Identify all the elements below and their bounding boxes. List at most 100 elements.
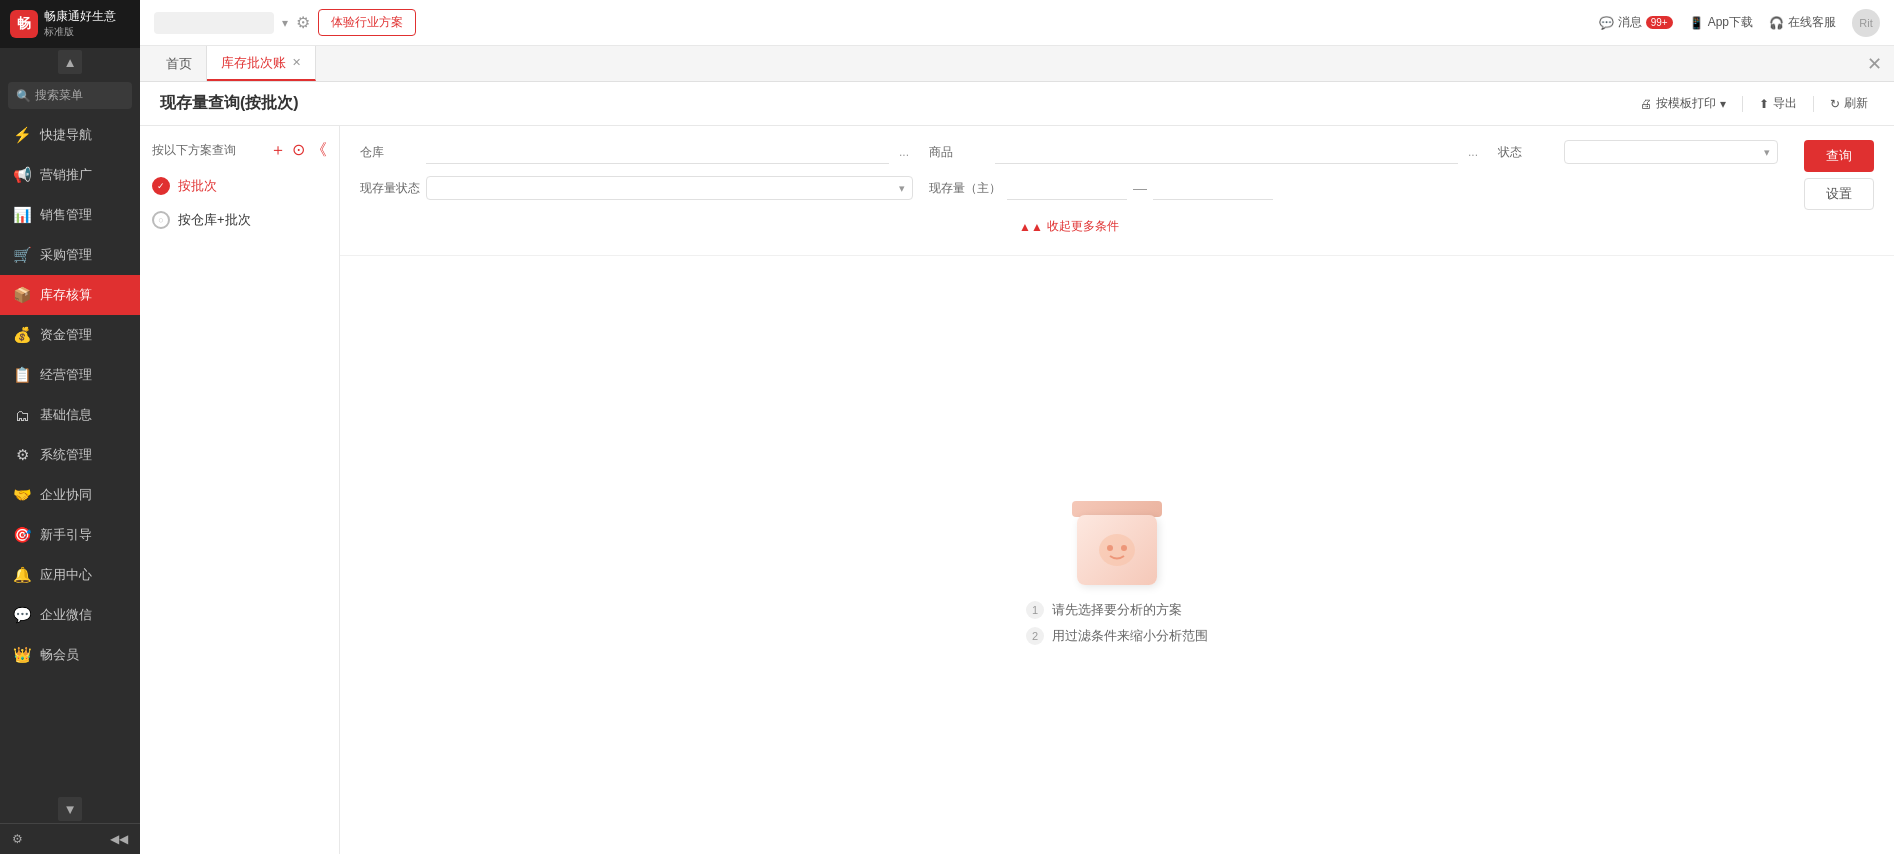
sidebar-item-quick-nav[interactable]: ⚡ 快捷导航 [0,115,140,155]
sidebar-scroll-down[interactable]: ▼ [58,797,82,821]
action-separator [1742,96,1743,112]
app-download-action[interactable]: 📱 App下载 [1689,14,1753,31]
refresh-btn[interactable]: ↻ 刷新 [1824,92,1874,115]
member-icon: 👑 [12,645,32,665]
stock-qty-field: 现存量（主） — [929,177,1482,200]
add-scheme-icon[interactable]: ＋ [270,140,286,161]
filter-row-2: 现存量状态 ▾ [360,176,1778,200]
left-panel-title: 按以下方案查询 [152,142,236,159]
illustration-box [1077,515,1157,585]
export-btn[interactable]: ⬆ 导出 [1753,92,1803,115]
tab-home[interactable]: 首页 [152,46,207,81]
sidebar-item-enterprise[interactable]: 🤝 企业协同 [0,475,140,515]
sidebar-item-purchase[interactable]: 🛒 采购管理 [0,235,140,275]
page-header-actions: 🖨 按模板打印 ▾ ⬆ 导出 ↻ 刷新 [1634,92,1874,115]
chevron-down-icon: ▾ [1720,97,1726,111]
scheme-by-batch-label: 按批次 [178,177,217,195]
collapse-panel-icon[interactable]: 《 [311,140,327,161]
sidebar-item-basic[interactable]: 🗂 基础信息 [0,395,140,435]
user-profile[interactable]: Rit [1852,9,1880,37]
sidebar-footer: ⚙ ◀◀ [0,823,140,854]
box-face-svg [1092,530,1142,570]
sidebar-item-label: 营销推广 [40,166,92,184]
sidebar-item-inventory[interactable]: 📦 库存核算 [0,275,140,315]
warehouse-label: 仓库 [360,144,420,161]
app-title: 畅康通好生意 [44,9,116,25]
product-more-btn[interactable]: ... [1464,145,1482,159]
empty-hints: 1 请先选择要分析的方案 2 用过滤条件来缩小分析范围 [1026,601,1208,645]
sidebar-item-label: 经营管理 [40,366,92,384]
message-icon: 💬 [1599,16,1614,30]
stock-qty-min-input[interactable] [1007,177,1127,200]
sidebar-item-newbie[interactable]: 🎯 新手引导 [0,515,140,555]
sidebar-item-marketing[interactable]: 📢 营销推广 [0,155,140,195]
sidebar-scroll-up[interactable]: ▲ [58,50,82,74]
footer-settings-icon[interactable]: ⚙ [12,832,23,846]
left-panel-header: 按以下方案查询 ＋ ⊙ 《 [140,136,339,169]
sidebar-header: 畅 畅康通好生意 标准版 [0,0,140,48]
settings-btn[interactable]: 设置 [1804,178,1874,210]
scheme-by-warehouse-batch-label: 按仓库+批次 [178,211,251,229]
gear-icon[interactable]: ⚙ [296,13,310,32]
print-template-btn[interactable]: 🖨 按模板打印 ▾ [1634,92,1732,115]
product-field: 商品 ... [929,141,1482,164]
footer-collapse-icon[interactable]: ◀◀ [110,832,128,846]
sidebar-item-wechat[interactable]: 💬 企业微信 [0,595,140,635]
product-input[interactable] [995,141,1458,164]
sidebar-item-appstore[interactable]: 🔔 应用中心 [0,555,140,595]
empty-hint-1: 1 请先选择要分析的方案 [1026,601,1208,619]
hint-2-text: 用过滤条件来缩小分析范围 [1052,627,1208,645]
stock-qty-max-input[interactable] [1153,177,1273,200]
hint-1-text: 请先选择要分析的方案 [1052,601,1182,619]
online-service-action[interactable]: 🎧 在线客服 [1769,14,1836,31]
sidebar-item-label: 畅会员 [40,646,79,664]
panel-close-btn[interactable]: ✕ [1867,53,1882,75]
right-panel: 仓库 ... 商品 ... [340,126,1894,854]
stock-qty-label: 现存量（主） [929,180,1001,197]
refresh-icon: ↻ [1830,97,1840,111]
collapse-row[interactable]: ▲▲ 收起更多条件 [360,212,1778,241]
marketing-icon: 📢 [12,165,32,185]
sidebar-item-label: 新手引导 [40,526,92,544]
warehouse-input[interactable] [426,141,889,164]
empty-illustration [1057,465,1177,585]
page-header: 现存量查询(按批次) 🖨 按模板打印 ▾ ⬆ 导出 ↻ 刷 [140,82,1894,126]
collapse-label: 收起更多条件 [1047,218,1119,235]
sidebar-item-sales[interactable]: 📊 销售管理 [0,195,140,235]
status-select[interactable] [1564,140,1778,164]
tab-close-icon[interactable]: ✕ [292,56,301,69]
settings-scheme-icon[interactable]: ⊙ [292,140,305,161]
panel-header-icons: ＋ ⊙ 《 [270,140,327,161]
scheme-by-warehouse-batch[interactable]: ○ 按仓库+批次 [140,203,339,237]
print-template-label: 按模板打印 [1656,95,1716,112]
inventory-icon: 📦 [12,285,32,305]
sidebar-search[interactable]: 🔍 搜索菜单 [8,82,132,109]
tab-batch-account[interactable]: 库存批次账 ✕ [207,46,316,81]
tab-batch-account-label: 库存批次账 [221,54,286,72]
query-btn[interactable]: 查询 [1804,140,1874,172]
filter-fields: 仓库 ... 商品 ... [360,140,1778,241]
breadcrumb-input[interactable] [154,12,274,34]
warehouse-more-btn[interactable]: ... [895,145,913,159]
app-logo: 畅 [10,10,38,38]
message-action[interactable]: 💬 消息 99+ [1599,14,1673,31]
stock-status-label: 现存量状态 [360,180,420,197]
main-area: ▾ ⚙ 体验行业方案 💬 消息 99+ 📱 App下载 🎧 在线客服 Rit [140,0,1894,854]
hint-1-num: 1 [1026,601,1044,619]
sidebar-item-operation[interactable]: 📋 经营管理 [0,355,140,395]
trial-btn[interactable]: 体验行业方案 [318,9,416,36]
topbar-left: ▾ ⚙ 体验行业方案 [154,9,416,36]
system-icon: ⚙ [12,445,32,465]
sidebar-item-label: 销售管理 [40,206,92,224]
empty-hint-2: 2 用过滤条件来缩小分析范围 [1026,627,1208,645]
app-download-label: App下载 [1708,14,1753,31]
scheme-by-batch[interactable]: ✓ 按批次 [140,169,339,203]
stock-status-select[interactable] [426,176,913,200]
sidebar-item-label: 采购管理 [40,246,92,264]
sidebar-item-member[interactable]: 👑 畅会员 [0,635,140,675]
appstore-icon: 🔔 [12,565,32,585]
operation-icon: 📋 [12,365,32,385]
sidebar-item-system[interactable]: ⚙ 系统管理 [0,435,140,475]
sidebar-item-finance[interactable]: 💰 资金管理 [0,315,140,355]
sidebar-item-label: 快捷导航 [40,126,92,144]
